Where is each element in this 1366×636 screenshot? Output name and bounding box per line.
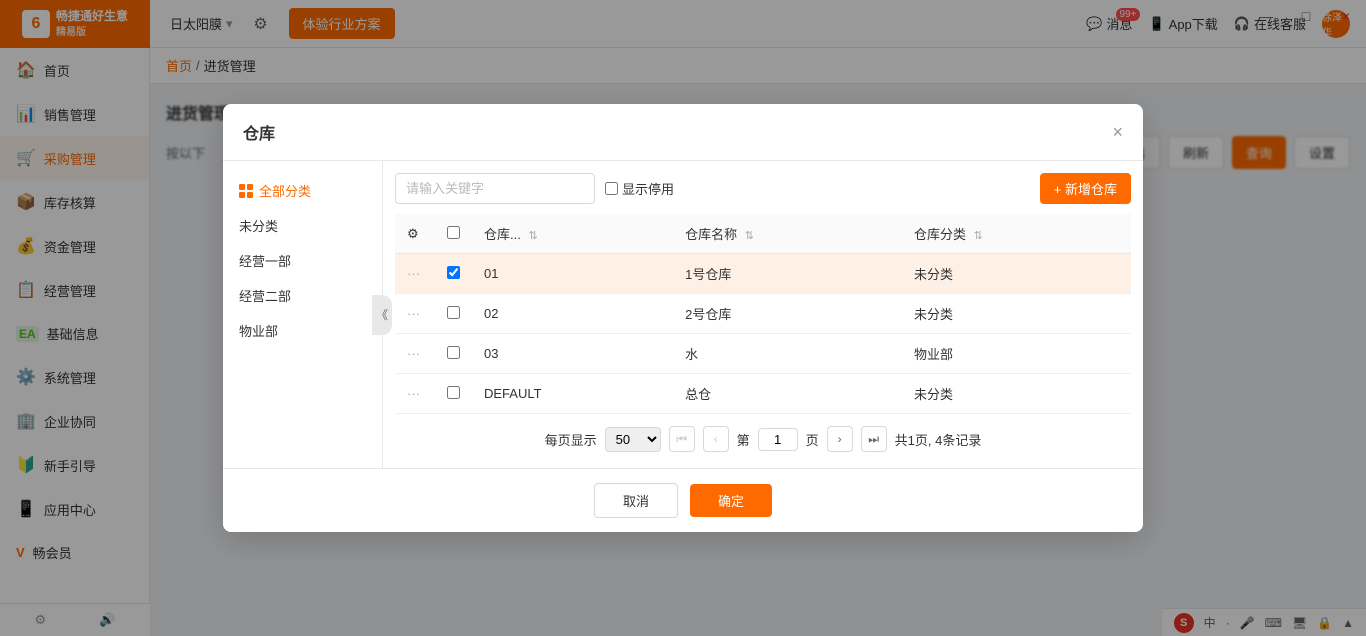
table-row[interactable]: ··· 02 2号仓库 未分类: [395, 294, 1131, 334]
category-item-unclassified[interactable]: 未分类: [223, 208, 382, 243]
row-category-cell: 未分类: [902, 254, 1131, 294]
pagination: 每页显示 50 100 200 ⏮ ‹ 第 页 › ⏭ 共1页, 4条记录: [395, 414, 1131, 456]
all-categories-item[interactable]: 全部分类: [223, 173, 382, 208]
row-actions-cell: ···: [395, 334, 435, 374]
row-checkbox[interactable]: [447, 386, 460, 399]
row-actions-cell: ···: [395, 294, 435, 334]
modal-body: 全部分类 未分类 经营一部 经营二部 物业部 《 🔍: [223, 161, 1143, 468]
search-input[interactable]: [396, 175, 592, 202]
select-all-checkbox[interactable]: [447, 226, 460, 239]
row-code-cell: DEFAULT: [472, 374, 673, 414]
modal-title: 仓库: [243, 120, 275, 144]
add-warehouse-button[interactable]: + 新增仓库: [1040, 173, 1131, 204]
row-checkbox[interactable]: [447, 306, 460, 319]
code-sort-icon: ⇅: [528, 230, 537, 242]
row-name-cell: 总仓: [673, 374, 902, 414]
show-disabled-checkbox[interactable]: [605, 182, 618, 195]
category-item-property[interactable]: 物业部: [223, 313, 382, 348]
row-more-icon[interactable]: ···: [407, 266, 420, 281]
category-item-dept1[interactable]: 经营一部: [223, 243, 382, 278]
table-row[interactable]: ··· 03 水 物业部: [395, 334, 1131, 374]
row-more-icon[interactable]: ···: [407, 306, 420, 321]
row-actions-cell: ···: [395, 374, 435, 414]
total-info: 共1页, 4条记录: [895, 430, 982, 449]
page-size-select[interactable]: 50 100 200: [605, 427, 661, 452]
prev-page-button[interactable]: ‹: [703, 426, 729, 452]
category-sort-icon: ⇅: [974, 230, 983, 242]
confirm-button[interactable]: 确定: [690, 484, 772, 517]
collapse-panel-button[interactable]: 《: [372, 295, 392, 335]
row-name-cell: 水: [673, 334, 902, 374]
table-panel: 🔍 显示停用 + 新增仓库 ⚙: [383, 161, 1143, 468]
search-box: 🔍: [395, 173, 595, 204]
row-checkbox-cell: [435, 334, 472, 374]
row-code-cell: 02: [472, 294, 673, 334]
col-settings: ⚙: [395, 214, 435, 254]
row-code-cell: 01: [472, 254, 673, 294]
row-name-cell: 2号仓库: [673, 294, 902, 334]
warehouse-table: ⚙ 仓库... ⇅ 仓库名称: [395, 214, 1131, 414]
modal-footer: 取消 确定: [223, 468, 1143, 532]
row-actions-cell: ···: [395, 254, 435, 294]
row-category-cell: 未分类: [902, 294, 1131, 334]
modal-overlay: 仓库 × 全部分类 未分类 经营一部 经营二部 物业部: [0, 0, 1366, 636]
table-row[interactable]: ··· 01 1号仓库 未分类: [395, 254, 1131, 294]
table-wrapper: ⚙ 仓库... ⇅ 仓库名称: [395, 214, 1131, 414]
row-code-cell: 03: [472, 334, 673, 374]
modal-close-button[interactable]: ×: [1112, 123, 1123, 141]
row-category-cell: 未分类: [902, 374, 1131, 414]
col-code[interactable]: 仓库... ⇅: [472, 214, 673, 254]
grid-icon: [239, 184, 253, 198]
search-button[interactable]: 🔍: [592, 174, 595, 203]
col-category[interactable]: 仓库分类 ⇅: [902, 214, 1131, 254]
next-page-button[interactable]: ›: [827, 426, 853, 452]
table-toolbar: 🔍 显示停用 + 新增仓库: [395, 173, 1131, 204]
category-panel: 全部分类 未分类 经营一部 经营二部 物业部 《: [223, 161, 383, 468]
row-name-cell: 1号仓库: [673, 254, 902, 294]
row-checkbox-cell: [435, 294, 472, 334]
cancel-button[interactable]: 取消: [594, 483, 678, 518]
row-checkbox[interactable]: [447, 346, 460, 359]
col-checkbox: [435, 214, 472, 254]
page-unit-label: 页: [806, 430, 819, 449]
table-row[interactable]: ··· DEFAULT 总仓 未分类: [395, 374, 1131, 414]
row-checkbox-cell: [435, 374, 472, 414]
warehouse-modal: 仓库 × 全部分类 未分类 经营一部 经营二部 物业部: [223, 104, 1143, 532]
page-input[interactable]: [758, 428, 798, 451]
first-page-button[interactable]: ⏮: [669, 426, 695, 452]
category-item-dept2[interactable]: 经营二部: [223, 278, 382, 313]
row-checkbox-cell: [435, 254, 472, 294]
per-page-label: 每页显示: [545, 430, 597, 449]
modal-header: 仓库 ×: [223, 104, 1143, 161]
name-sort-icon: ⇅: [745, 230, 754, 242]
show-disabled-checkbox-label[interactable]: 显示停用: [605, 179, 674, 198]
row-category-cell: 物业部: [902, 334, 1131, 374]
row-more-icon[interactable]: ···: [407, 346, 420, 361]
row-checkbox[interactable]: [447, 266, 460, 279]
row-more-icon[interactable]: ···: [407, 386, 420, 401]
page-label: 第: [737, 430, 750, 449]
col-name[interactable]: 仓库名称 ⇅: [673, 214, 902, 254]
table-gear-icon[interactable]: ⚙: [407, 226, 419, 241]
last-page-button[interactable]: ⏭: [861, 426, 887, 452]
